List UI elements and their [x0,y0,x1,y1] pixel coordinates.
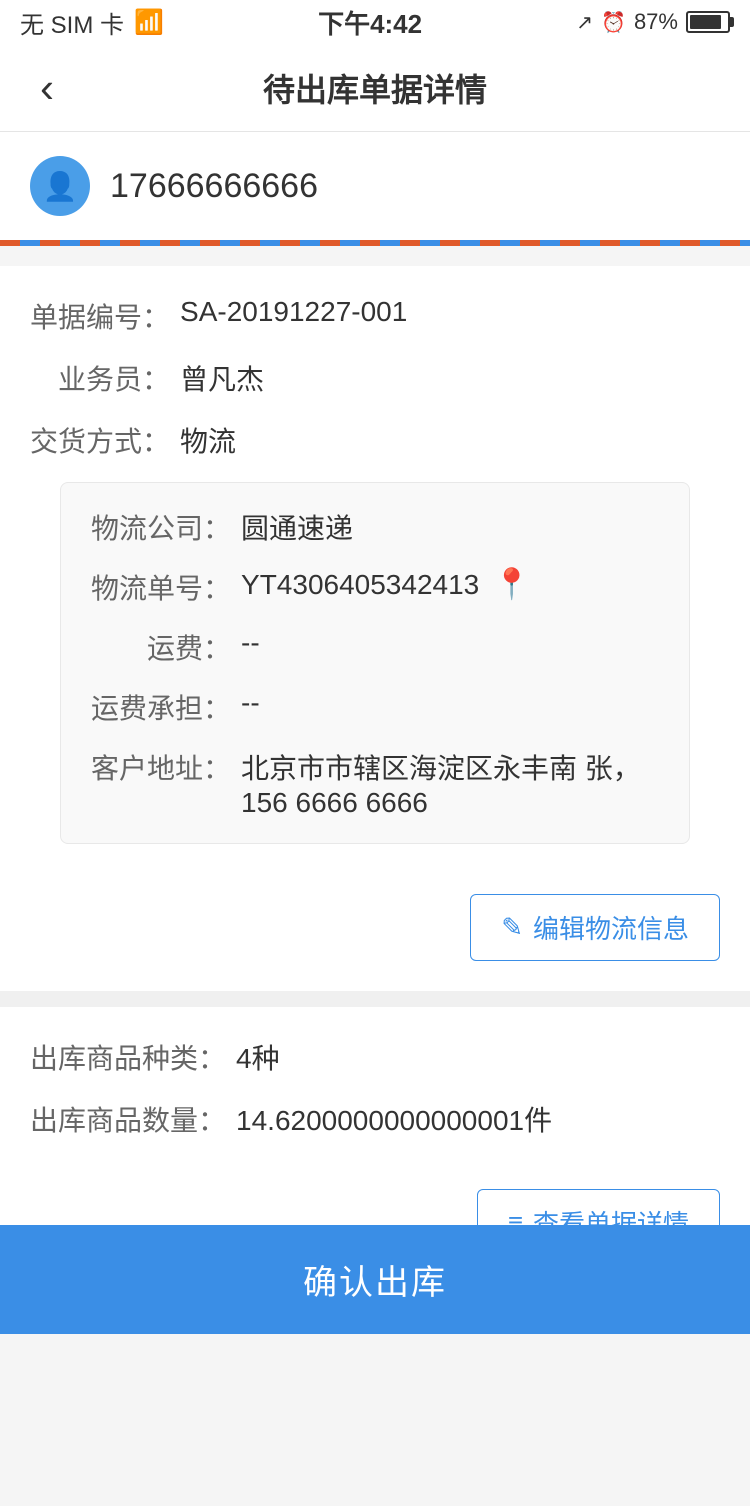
section-divider [0,991,750,1007]
logistics-freight-bear-value: -- [241,687,659,719]
delivery-label: 交货方式： [30,420,170,460]
logistics-tracking-label: 物流单号： [91,567,231,607]
alarm-icon: ⏰ [601,10,626,35]
customer-section: 👤 17666666666 [0,132,750,240]
page-title: 待出库单据详情 [263,65,487,111]
status-bar: 无 SIM 卡 📶 下午4:42 ↗ ⏰ 87% [0,0,750,44]
delivery-value: 物流 [180,420,720,460]
logistics-address-row: 客户地址： 北京市市辖区海淀区永丰南 张，156 6666 6666 [91,747,659,819]
back-button[interactable]: ‹ [30,54,64,122]
confirm-button[interactable]: 确认出库 [0,1225,750,1334]
goods-types-value: 4种 [236,1037,280,1077]
goods-types-label: 出库商品种类： [30,1037,226,1077]
order-no-row: 单据编号： SA-20191227-001 [30,296,720,336]
delivery-row: 交货方式： 物流 [30,420,720,460]
status-time: 下午4:42 [318,4,422,41]
carrier-label: 无 SIM 卡 [20,5,124,40]
goods-quantity-row: 出库商品数量： 14.6200000000000001件 [30,1099,720,1139]
logistics-freight-label: 运费： [91,627,231,667]
battery-icon [686,11,730,33]
goods-quantity-label: 出库商品数量： [30,1099,226,1139]
logistics-freight-row: 运费： -- [91,627,659,667]
status-left: 无 SIM 卡 📶 [20,5,164,40]
avatar-icon: 👤 [43,170,78,203]
edit-btn-label: 编辑物流信息 [533,909,689,946]
goods-section: 出库商品种类： 4种 出库商品数量： 14.6200000000000001件 [0,1007,750,1169]
logistics-freight-value: -- [241,627,659,659]
logistics-freight-bear-label: 运费承担： [91,687,231,727]
confirm-btn-wrap: 确认出库 [0,1225,750,1334]
order-no-value: SA-20191227-001 [180,296,720,328]
order-info-section: 单据编号： SA-20191227-001 业务员： 曾凡杰 交货方式： 物流 … [0,266,750,874]
edit-icon: ✎ [501,912,523,943]
goods-types-row: 出库商品种类： 4种 [30,1037,720,1077]
salesman-label: 业务员： [30,358,170,398]
logistics-company-label: 物流公司： [91,507,231,547]
battery-label: 87% [634,9,678,35]
order-no-label: 单据编号： [30,296,170,336]
logistics-address-value: 北京市市辖区海淀区永丰南 张，156 6666 6666 [241,747,659,819]
wifi-icon: 📶 [134,8,164,37]
dashed-divider [0,240,750,246]
salesman-value: 曾凡杰 [180,358,720,398]
status-right: ↗ ⏰ 87% [576,9,730,35]
logistics-tracking-row: 物流单号： YT4306405342413 📍 [91,567,659,607]
tracking-location-icon[interactable]: 📍 [493,567,530,602]
logistics-freight-bear-row: 运费承担： -- [91,687,659,727]
logistics-tracking-value: YT4306405342413 📍 [241,567,659,602]
logistics-card: 物流公司： 圆通速递 物流单号： YT4306405342413 📍 运费： -… [60,482,690,844]
avatar: 👤 [30,156,90,216]
logistics-address-label: 客户地址： [91,747,231,787]
edit-logistics-button[interactable]: ✎ 编辑物流信息 [470,894,720,961]
salesman-row: 业务员： 曾凡杰 [30,358,720,398]
customer-phone: 17666666666 [110,167,318,206]
nav-bar: ‹ 待出库单据详情 [0,44,750,132]
location-status-icon: ↗ [576,10,593,35]
goods-quantity-value: 14.6200000000000001件 [236,1099,552,1139]
logistics-company-value: 圆通速递 [241,507,659,547]
logistics-company-row: 物流公司： 圆通速递 [91,507,659,547]
edit-btn-wrap: ✎ 编辑物流信息 [0,874,750,991]
